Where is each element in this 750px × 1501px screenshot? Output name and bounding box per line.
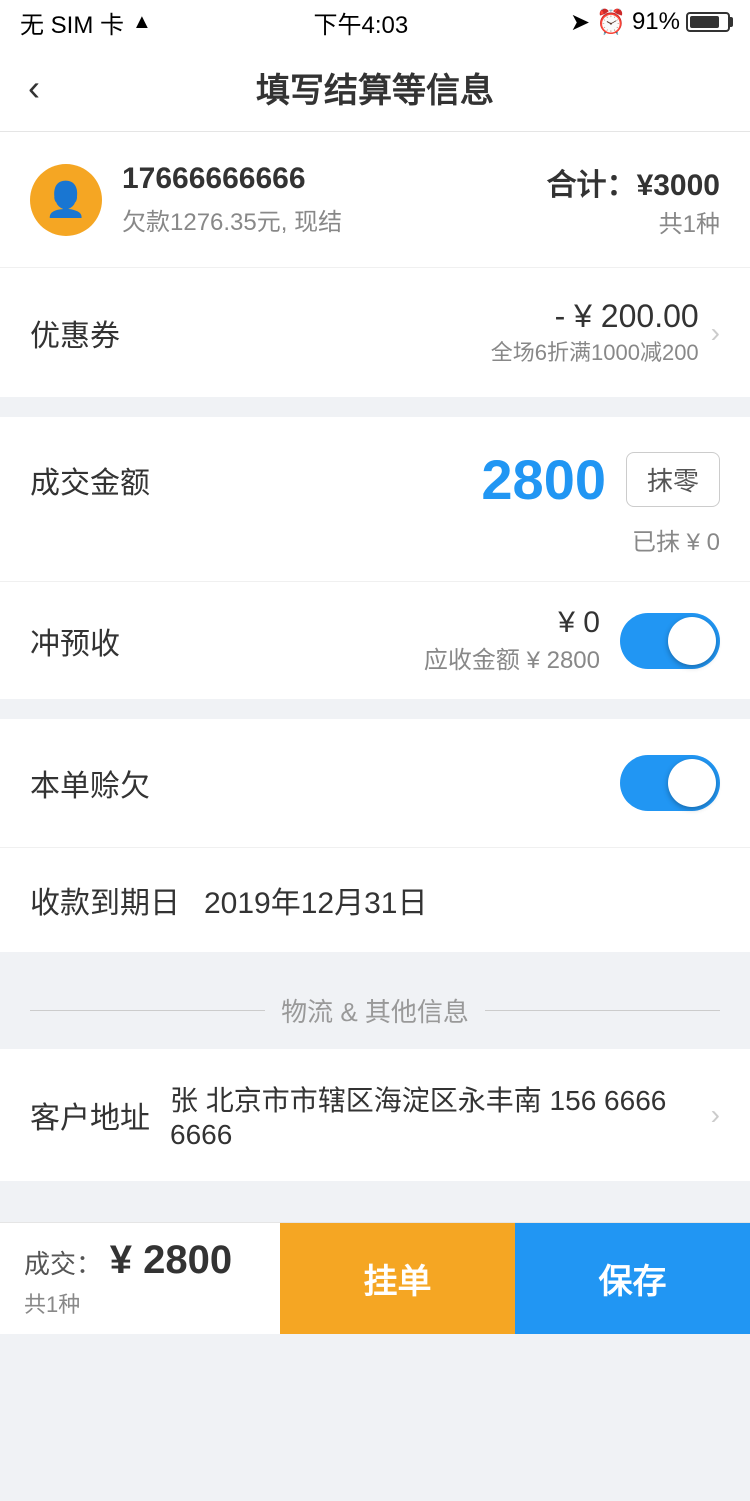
chevron-right-icon: ›	[711, 317, 720, 349]
save-button[interactable]: 保存	[515, 1223, 750, 1334]
address-chevron-icon: ›	[711, 1099, 720, 1131]
coupon-info: - ¥ 200.00 全场6折满1000减200	[491, 298, 699, 367]
logistics-line-left	[30, 1010, 265, 1011]
carrier-label: 无 SIM 卡	[20, 5, 124, 40]
footer-buttons: 挂单 保存	[280, 1223, 750, 1334]
alarm-icon: ⏰	[596, 8, 626, 37]
round-zero-button[interactable]: 抹零	[626, 452, 720, 507]
debt-toggle[interactable]	[620, 755, 720, 811]
user-debt: 欠款1276.35元, 现结	[122, 202, 342, 237]
battery-label: 91%	[632, 8, 680, 36]
coupon-desc: 全场6折满1000减200	[491, 335, 699, 367]
total-price: 合计：¥3000	[547, 160, 720, 204]
address-label: 客户地址	[30, 1093, 150, 1137]
back-button[interactable]: ‹	[28, 67, 40, 109]
coupon-label: 优惠券	[30, 311, 120, 355]
total-count: 共1种	[547, 204, 720, 239]
user-coupon-section: 👤 17666666666 欠款1276.35元, 现结 合计：¥3000 共1…	[0, 132, 750, 397]
address-row[interactable]: 客户地址 张 北京市市辖区海淀区永丰南 156 6666 6666 ›	[0, 1049, 750, 1181]
nav-bar: ‹ 填写结算等信息	[0, 44, 750, 132]
duedate-value: 2019年12月31日	[204, 878, 427, 922]
prepay-toggle[interactable]	[620, 613, 720, 669]
footer-info: 成交： ¥ 2800 共1种	[0, 1238, 280, 1319]
prepay-right: ¥ 0 应收金额 ¥ 2800	[424, 606, 720, 675]
prepay-label: 冲预收	[30, 619, 120, 663]
debt-section: 本单赊欠 收款到期日 2019年12月31日	[0, 719, 750, 952]
amount-sub: 已抹 ¥ 0	[0, 522, 750, 581]
footer-transaction-row: 成交： ¥ 2800	[24, 1238, 256, 1283]
debt-row: 本单赊欠	[0, 719, 750, 847]
coupon-right: - ¥ 200.00 全场6折满1000减200 ›	[491, 298, 720, 367]
avatar-icon: 👤	[45, 180, 87, 220]
logistics-header: 物流 & 其他信息	[0, 972, 750, 1049]
wifi-icon: ▲	[132, 11, 152, 34]
duedate-label: 收款到期日	[30, 878, 180, 922]
total-label: 合计：	[547, 169, 637, 202]
prepay-value: ¥ 0	[424, 606, 600, 640]
page-title: 填写结算等信息	[256, 63, 494, 112]
user-info-row: 👤 17666666666 欠款1276.35元, 现结 合计：¥3000 共1…	[0, 132, 750, 267]
total-price-value: ¥3000	[637, 169, 720, 202]
footer: 成交： ¥ 2800 共1种 挂单 保存	[0, 1222, 750, 1334]
user-phone: 17666666666	[122, 162, 342, 196]
footer-price: ¥ 2800	[110, 1238, 232, 1282]
logistics-line-right	[485, 1010, 720, 1011]
prepay-row: 冲预收 ¥ 0 应收金额 ¥ 2800	[0, 581, 750, 699]
footer-count: 共1种	[24, 1287, 256, 1319]
debt-toggle-knob	[668, 759, 716, 807]
footer-label: 成交：	[24, 1249, 102, 1279]
amount-right: 2800 抹零	[481, 447, 720, 512]
user-total: 合计：¥3000 共1种	[547, 160, 720, 239]
logistics-label: 物流 & 其他信息	[281, 992, 469, 1029]
hang-order-button[interactable]: 挂单	[280, 1223, 515, 1334]
address-value: 张 北京市市辖区海淀区永丰南 156 6666 6666	[170, 1079, 711, 1151]
location-icon: ➤	[570, 8, 590, 37]
amount-row: 成交金额 2800 抹零	[0, 417, 750, 522]
duedate-row: 收款到期日 2019年12月31日	[0, 847, 750, 952]
status-bar: 无 SIM 卡 ▲ 下午4:03 ➤ ⏰ 91%	[0, 0, 750, 44]
amount-section: 成交金额 2800 抹零 已抹 ¥ 0 冲预收 ¥ 0 应收金额 ¥ 2800	[0, 417, 750, 699]
prepay-value-wrap: ¥ 0 应收金额 ¥ 2800	[424, 606, 600, 675]
toggle-knob	[668, 617, 716, 665]
user-info-text: 17666666666 欠款1276.35元, 现结	[122, 162, 342, 237]
battery-indicator	[686, 12, 730, 32]
amount-label: 成交金额	[30, 458, 150, 502]
coupon-row[interactable]: 优惠券 - ¥ 200.00 全场6折满1000减200 ›	[0, 267, 750, 397]
avatar: 👤	[30, 164, 102, 236]
status-right: ➤ ⏰ 91%	[570, 8, 730, 37]
amount-value: 2800	[481, 447, 606, 512]
coupon-discount: - ¥ 200.00	[491, 298, 699, 335]
user-left: 👤 17666666666 欠款1276.35元, 现结	[30, 162, 342, 237]
prepay-sub: 应收金额 ¥ 2800	[424, 640, 600, 675]
status-left: 无 SIM 卡 ▲	[20, 5, 152, 40]
debt-label: 本单赊欠	[30, 761, 150, 805]
status-time: 下午4:03	[314, 5, 409, 40]
